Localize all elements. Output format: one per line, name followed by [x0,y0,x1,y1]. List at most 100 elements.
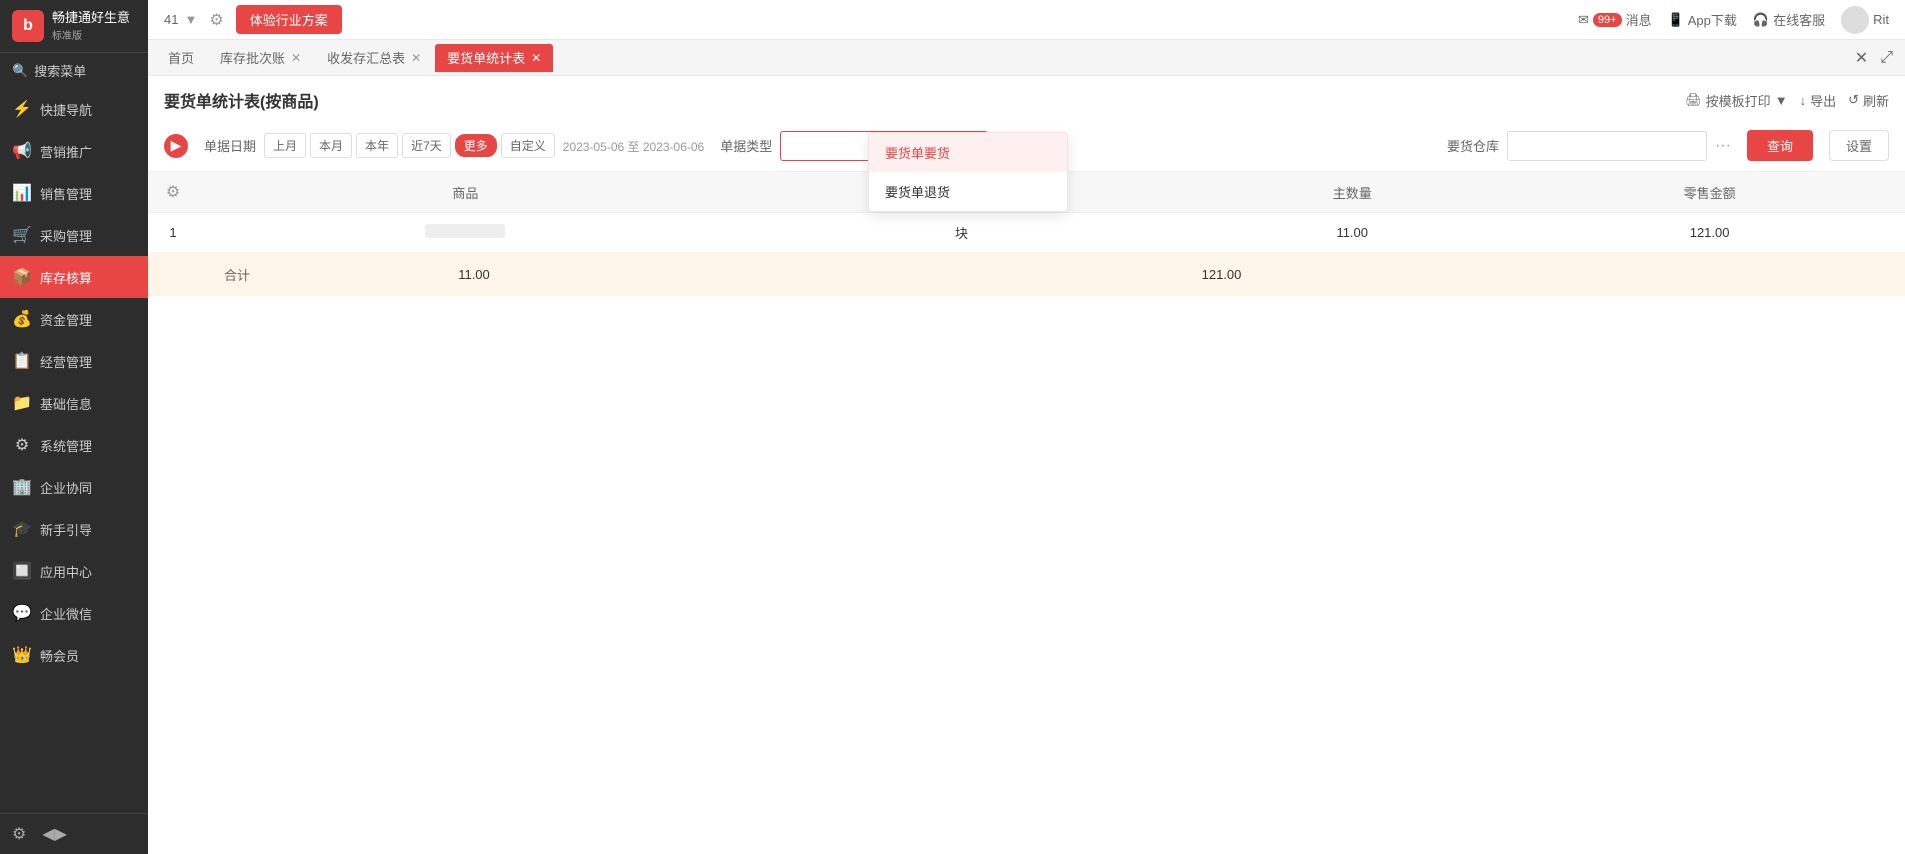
marketing-icon: 📢 [12,141,32,161]
notification-label: 消息 [1626,10,1652,29]
sidebar-item-guide[interactable]: 🎓 新手引导 [0,508,148,550]
tab-batch-close[interactable]: ✕ [291,51,301,65]
avatar [1841,6,1869,34]
sidebar-item-label: 快捷导航 [40,100,92,119]
export-label: 导出 [1810,91,1836,110]
more-filter-btn[interactable]: ··· [1715,137,1731,155]
tab-order-summary-close[interactable]: ✕ [531,51,541,65]
sidebar-item-wechat[interactable]: 💬 企业微信 [0,592,148,634]
tab-receivable[interactable]: 收发存汇总表 ✕ [315,44,433,72]
export-btn[interactable]: ↓ 导出 [1800,91,1837,110]
cell-quantity: 11.00 [1190,213,1514,253]
search-icon: 🔍 [12,63,28,79]
sidebar-item-label: 经营管理 [40,352,92,371]
quick-nav-icon: ⚡ [12,99,32,119]
tab-close-all-btn[interactable]: ✕ [1851,48,1872,68]
sidebar-item-inventory[interactable]: 📦 库存核算 [0,256,148,298]
query-btn[interactable]: 查询 [1747,130,1813,161]
sidebar-item-label: 采购管理 [40,226,92,245]
tab-maximize-btn[interactable]: ⤢ [1876,49,1897,67]
tab-receivable-label: 收发存汇总表 [327,48,405,67]
date-btn-7days[interactable]: 近7天 [402,133,451,158]
search-label: 搜索菜单 [34,61,86,80]
tab-batch[interactable]: 库存批次账 ✕ [208,44,313,72]
footer-total-quantity: 11.00 [394,267,554,282]
cell-index: 1 [148,213,198,253]
footer-total-label: 合计 [164,265,394,284]
dropdown-item-order-return[interactable]: 要货单退货 [869,172,1067,211]
collapse-footer-btn[interactable]: ◀▶ [42,824,67,844]
online-service-item[interactable]: 🎧 在线客服 [1753,10,1825,29]
settings-footer-btn[interactable]: ⚙ [12,824,26,844]
sidebar-item-system[interactable]: ⚙ 系统管理 [0,424,148,466]
col-settings: ⚙ [148,172,198,213]
operation-icon: 📋 [12,351,32,371]
sidebar-item-label: 畅会员 [40,646,79,665]
user-item[interactable]: Rit [1841,6,1889,34]
print-label: 按模板打印 [1706,91,1771,110]
type-dropdown-menu: 要货单要货 要货单退货 [868,132,1068,212]
inventory-icon: 📦 [12,267,32,287]
print-dropdown-icon: ▼ [1775,93,1788,108]
refresh-icon: ↺ [1848,92,1859,108]
tab-receivable-close[interactable]: ✕ [411,51,421,65]
logo-text: 畅捷通好生意 [52,10,130,27]
header-store[interactable]: 41 ▼ [164,12,197,27]
main-content: 41 ▼ ⚙ 体验行业方案 ✉ 99+ 消息 📱 App下载 🎧 在线客服 R [148,0,1905,854]
date-btn-this-month[interactable]: 本月 [310,133,352,158]
sidebar-item-enterprise[interactable]: 🏢 企业协同 [0,466,148,508]
refresh-btn[interactable]: ↺ 刷新 [1848,91,1889,110]
app-download-item[interactable]: 📱 App下载 [1668,10,1737,29]
date-btn-last-month[interactable]: 上月 [264,133,306,158]
sidebar: b 畅捷通好生意 标准版 🔍 搜索菜单 ⚡ 快捷导航 📢 营销推广 📊 销售管理… [0,0,148,854]
sidebar-search[interactable]: 🔍 搜索菜单 [0,53,148,88]
print-btn[interactable]: 🖨 按模板打印 ▼ [1685,91,1787,110]
date-btn-this-year[interactable]: 本年 [356,133,398,158]
sidebar-item-label: 营销推广 [40,142,92,161]
date-btn-more[interactable]: 更多 [455,134,497,157]
app-download-label: App下载 [1688,10,1737,29]
sidebar-item-basic[interactable]: 📁 基础信息 [0,382,148,424]
settings-icon[interactable]: ⚙ [209,10,223,30]
notification-item[interactable]: ✉ 99+ 消息 [1578,10,1652,29]
sidebar-item-sales[interactable]: 📊 销售管理 [0,172,148,214]
tab-home[interactable]: 首页 [156,44,206,72]
print-icon: 🖨 [1685,92,1702,108]
sidebar-item-operation[interactable]: 📋 经营管理 [0,340,148,382]
industry-btn[interactable]: 体验行业方案 [236,5,342,34]
dropdown-item-order-goods[interactable]: 要货单要货 [869,133,1067,172]
sidebar-item-purchase[interactable]: 🛒 采购管理 [0,214,148,256]
sidebar-item-marketing[interactable]: 📢 营销推广 [0,130,148,172]
footer-total-amount: 121.00 [554,267,1889,282]
setting-btn[interactable]: 设置 [1829,130,1889,161]
sidebar-item-finance[interactable]: 💰 资金管理 [0,298,148,340]
logo-sub: 标准版 [52,27,130,42]
logo-icon: b [12,10,44,42]
date-filter-label: 单据日期 [204,136,256,155]
tab-order-summary[interactable]: 要货单统计表 ✕ [435,44,553,72]
sidebar-item-label: 基础信息 [40,394,92,413]
date-btn-custom[interactable]: 自定义 [501,133,555,158]
sidebar-item-label: 企业协同 [40,478,92,497]
sidebar-item-quick-nav[interactable]: ⚡ 快捷导航 [0,88,148,130]
top-header: 41 ▼ ⚙ 体验行业方案 ✉ 99+ 消息 📱 App下载 🎧 在线客服 R [148,0,1905,40]
logo-text-group: 畅捷通好生意 标准版 [52,10,130,42]
online-service-label: 在线客服 [1773,10,1825,29]
service-icon: 🎧 [1753,12,1769,28]
type-filter-label: 单据类型 [720,136,772,155]
sidebar-item-label: 系统管理 [40,436,92,455]
store-number: 41 [164,12,178,27]
cell-amount: 121.00 [1514,213,1905,253]
cell-unit: 块 [733,213,1191,253]
table-settings-icon[interactable]: ⚙ [166,184,180,201]
warehouse-label: 要货仓库 [1447,136,1499,155]
tab-order-summary-label: 要货单统计表 [447,48,525,67]
expand-filter-btn[interactable]: ▶ [164,134,188,158]
notification-icon: ✉ [1578,12,1589,28]
col-quantity: 主数量 [1190,172,1514,213]
warehouse-input[interactable] [1507,131,1707,161]
product-placeholder [425,224,505,238]
page-content: 要货单统计表(按商品) 🖨 按模板打印 ▼ ↓ 导出 ↺ 刷新 ▶ [148,76,1905,854]
sidebar-item-appstore[interactable]: 🔲 应用中心 [0,550,148,592]
sidebar-item-member[interactable]: 👑 畅会员 [0,634,148,676]
